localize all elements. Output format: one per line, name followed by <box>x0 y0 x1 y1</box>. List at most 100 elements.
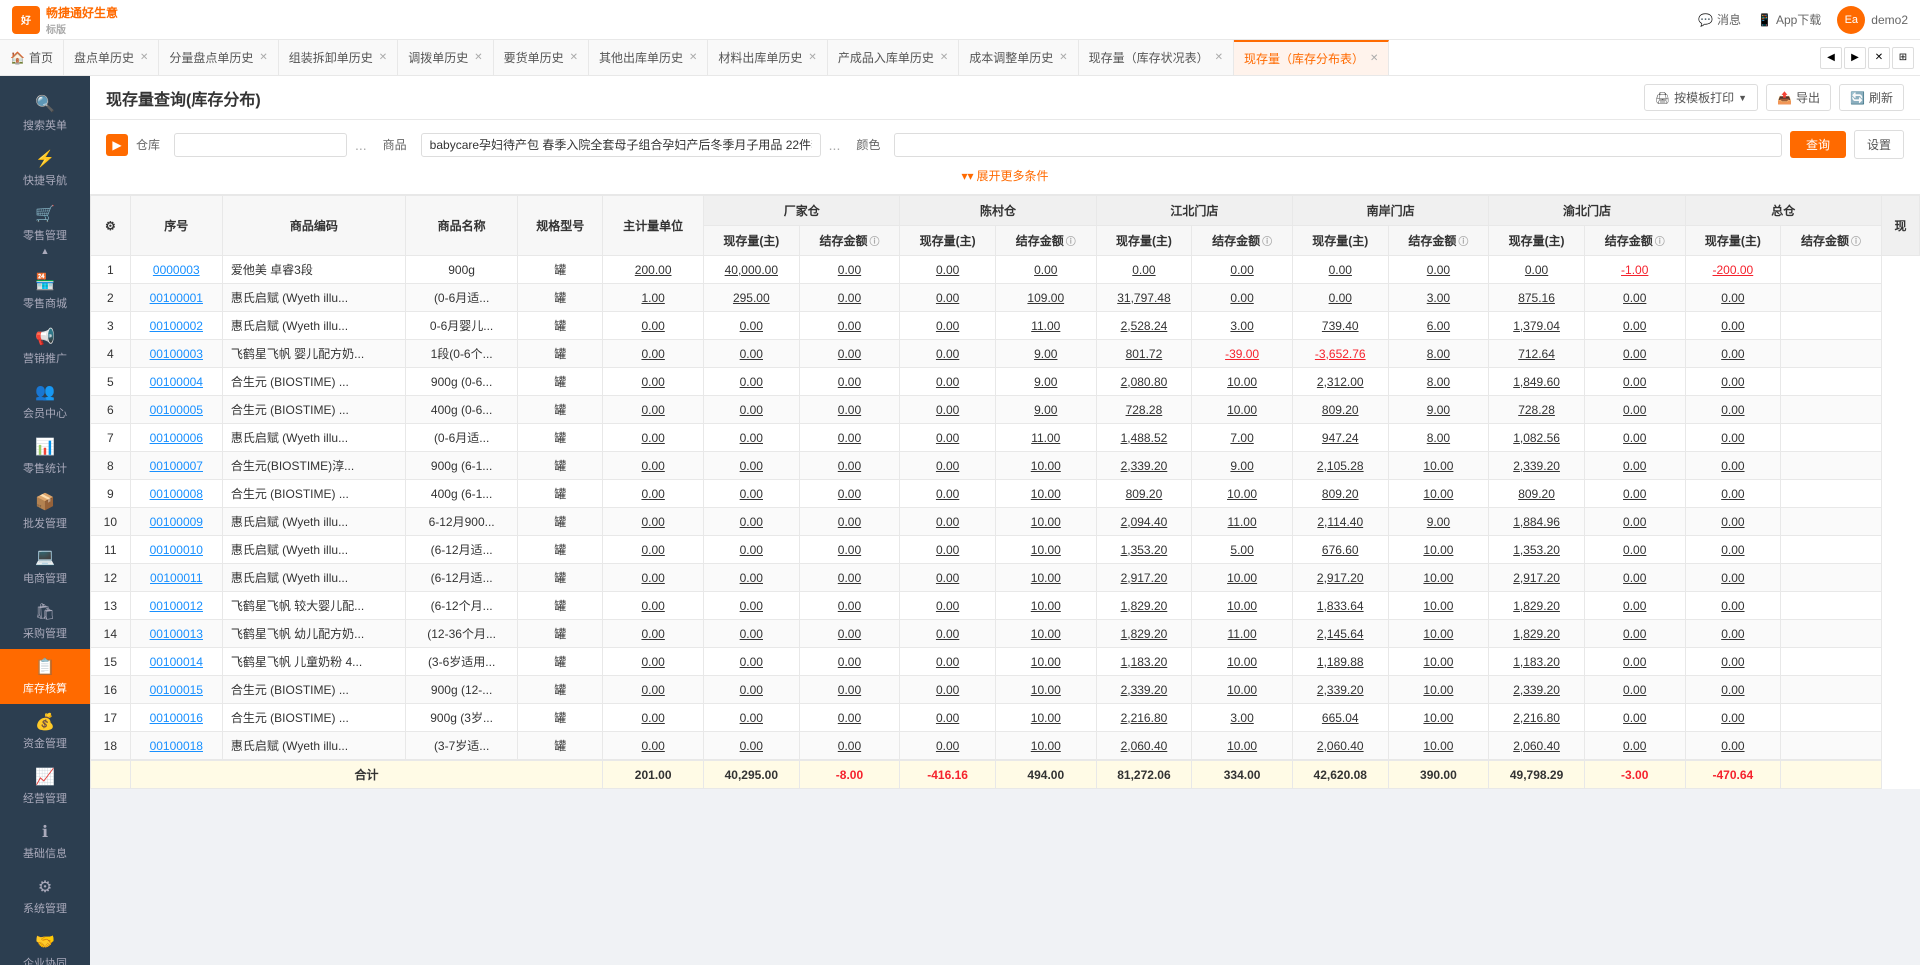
sidebar-item-purchase[interactable]: 🛍 采购管理 <box>0 594 90 649</box>
table-cell[interactable]: 801.72 <box>1096 340 1192 368</box>
table-cell[interactable]: 1,884.96 <box>1489 508 1585 536</box>
sidebar-item-basic[interactable]: ℹ 基础信息 <box>0 814 90 869</box>
table-cell[interactable]: 0.00 <box>704 368 800 396</box>
table-cell[interactable]: 739.40 <box>1292 312 1388 340</box>
table-cell[interactable]: 2,917.20 <box>1292 564 1388 592</box>
table-cell[interactable]: 10.00 <box>995 592 1096 620</box>
table-cell[interactable]: 712.64 <box>1489 340 1585 368</box>
table-cell[interactable]: 0.00 <box>799 648 900 676</box>
table-cell[interactable]: 0.00 <box>900 732 996 761</box>
table-cell[interactable]: 0.00 <box>799 620 900 648</box>
table-cell[interactable]: 10.00 <box>1388 480 1489 508</box>
table-cell[interactable]: 0.00 <box>900 424 996 452</box>
table-cell[interactable]: 2,216.80 <box>1489 704 1585 732</box>
table-cell[interactable]: -39.00 <box>1192 340 1293 368</box>
table-cell[interactable]: 9.00 <box>1388 396 1489 424</box>
table-cell[interactable]: 0.00 <box>1685 676 1781 704</box>
tab-9-close[interactable]: ✕ <box>1059 52 1067 63</box>
tab-8[interactable]: 产成品入库单历史 ✕ <box>828 40 959 75</box>
tab-9[interactable]: 成本调整单历史 ✕ <box>959 40 1078 75</box>
td-code[interactable]: 0000003 <box>130 256 222 284</box>
table-cell[interactable]: 0.00 <box>603 676 704 704</box>
sidebar-item-system[interactable]: ⚙ 系统管理 <box>0 869 90 924</box>
table-cell[interactable]: 0.00 <box>603 312 704 340</box>
table-cell[interactable]: 9.00 <box>995 368 1096 396</box>
th-settings[interactable]: ⚙ <box>91 196 131 256</box>
table-cell[interactable]: 10.00 <box>995 732 1096 761</box>
table-cell[interactable]: 0.00 <box>1192 284 1293 312</box>
table-cell[interactable]: 0.00 <box>1096 256 1192 284</box>
table-cell[interactable]: 809.20 <box>1096 480 1192 508</box>
table-cell[interactable]: 0.00 <box>1584 564 1685 592</box>
table-cell[interactable]: 0.00 <box>900 480 996 508</box>
table-cell[interactable]: 0.00 <box>603 704 704 732</box>
sidebar-item-shop[interactable]: 🏪 零售商城 <box>0 264 90 319</box>
table-cell[interactable]: 0.00 <box>1584 480 1685 508</box>
table-cell[interactable]: 0.00 <box>1584 396 1685 424</box>
table-cell[interactable]: 676.60 <box>1292 536 1388 564</box>
color-input[interactable] <box>894 133 1782 157</box>
td-code[interactable]: 00100011 <box>130 564 222 592</box>
table-cell[interactable]: 0.00 <box>1584 508 1685 536</box>
td-code[interactable]: 00100009 <box>130 508 222 536</box>
sidebar-item-marketing[interactable]: 📢 营销推广 <box>0 319 90 374</box>
table-cell[interactable]: 0.00 <box>603 396 704 424</box>
table-cell[interactable]: 728.28 <box>1096 396 1192 424</box>
expand-btn[interactable]: ▾▾ 展开更多条件 <box>961 167 1048 184</box>
table-cell[interactable]: 1,488.52 <box>1096 424 1192 452</box>
table-cell[interactable]: 0.00 <box>603 340 704 368</box>
table-cell[interactable]: 40,000.00 <box>704 256 800 284</box>
tab-5-close[interactable]: ✕ <box>570 52 578 63</box>
td-code[interactable]: 00100004 <box>130 368 222 396</box>
tab-2-close[interactable]: ✕ <box>259 52 267 63</box>
table-cell[interactable]: 0.00 <box>704 340 800 368</box>
table-cell[interactable]: 0.00 <box>900 676 996 704</box>
table-cell[interactable]: 3.00 <box>1192 704 1293 732</box>
table-cell[interactable]: 0.00 <box>900 536 996 564</box>
td-code[interactable]: 00100003 <box>130 340 222 368</box>
warehouse-input[interactable] <box>174 133 347 157</box>
th-more[interactable]: 现 <box>1881 196 1919 256</box>
tab-10[interactable]: 现存量（库存状况表） ✕ <box>1079 40 1234 75</box>
table-cell[interactable]: 9.00 <box>1192 452 1293 480</box>
table-cell[interactable]: 10.00 <box>1192 368 1293 396</box>
table-cell[interactable]: 2,060.40 <box>1489 732 1585 761</box>
tab-prev-btn[interactable]: ◀ <box>1820 47 1842 69</box>
td-code[interactable]: 00100001 <box>130 284 222 312</box>
table-cell[interactable]: 0.00 <box>1685 368 1781 396</box>
tab-8-close[interactable]: ✕ <box>940 52 948 63</box>
table-cell[interactable]: 10.00 <box>1388 452 1489 480</box>
table-cell[interactable]: 0.00 <box>704 452 800 480</box>
toggle-btn[interactable]: ▶ <box>106 134 128 156</box>
tab-close-btn[interactable]: ✕ <box>1868 47 1890 69</box>
table-cell[interactable]: 0.00 <box>1685 704 1781 732</box>
messages-btn[interactable]: 💬 消息 <box>1698 11 1741 28</box>
table-cell[interactable]: 2,917.20 <box>1096 564 1192 592</box>
table-cell[interactable]: 10.00 <box>995 508 1096 536</box>
table-cell[interactable]: 0.00 <box>704 732 800 761</box>
table-cell[interactable]: 0.00 <box>704 620 800 648</box>
table-cell[interactable]: -200.00 <box>1685 256 1781 284</box>
table-cell[interactable]: 1,189.88 <box>1292 648 1388 676</box>
table-cell[interactable]: 0.00 <box>1685 340 1781 368</box>
tab-3[interactable]: 组装拆卸单历史 ✕ <box>279 40 398 75</box>
tab-1[interactable]: 盘点单历史 ✕ <box>64 40 159 75</box>
table-cell[interactable]: 0.00 <box>1584 424 1685 452</box>
table-cell[interactable]: 0.00 <box>603 732 704 761</box>
table-cell[interactable]: 0.00 <box>603 480 704 508</box>
table-cell[interactable]: 0.00 <box>900 312 996 340</box>
table-cell[interactable]: 0.00 <box>799 340 900 368</box>
table-cell[interactable]: 0.00 <box>1584 732 1685 761</box>
goods-input[interactable] <box>421 133 821 157</box>
table-cell[interactable]: 8.00 <box>1388 424 1489 452</box>
table-cell[interactable]: 0.00 <box>1388 256 1489 284</box>
table-cell[interactable]: 0.00 <box>900 564 996 592</box>
table-cell[interactable]: 2,094.40 <box>1096 508 1192 536</box>
table-cell[interactable]: 10.00 <box>995 536 1096 564</box>
table-cell[interactable]: 2,528.24 <box>1096 312 1192 340</box>
table-cell[interactable]: 0.00 <box>603 368 704 396</box>
table-cell[interactable]: 10.00 <box>1388 732 1489 761</box>
table-cell[interactable]: 0.00 <box>704 704 800 732</box>
table-cell[interactable]: 0.00 <box>1584 592 1685 620</box>
sidebar-item-ecommerce[interactable]: 💻 电商管理 <box>0 539 90 594</box>
